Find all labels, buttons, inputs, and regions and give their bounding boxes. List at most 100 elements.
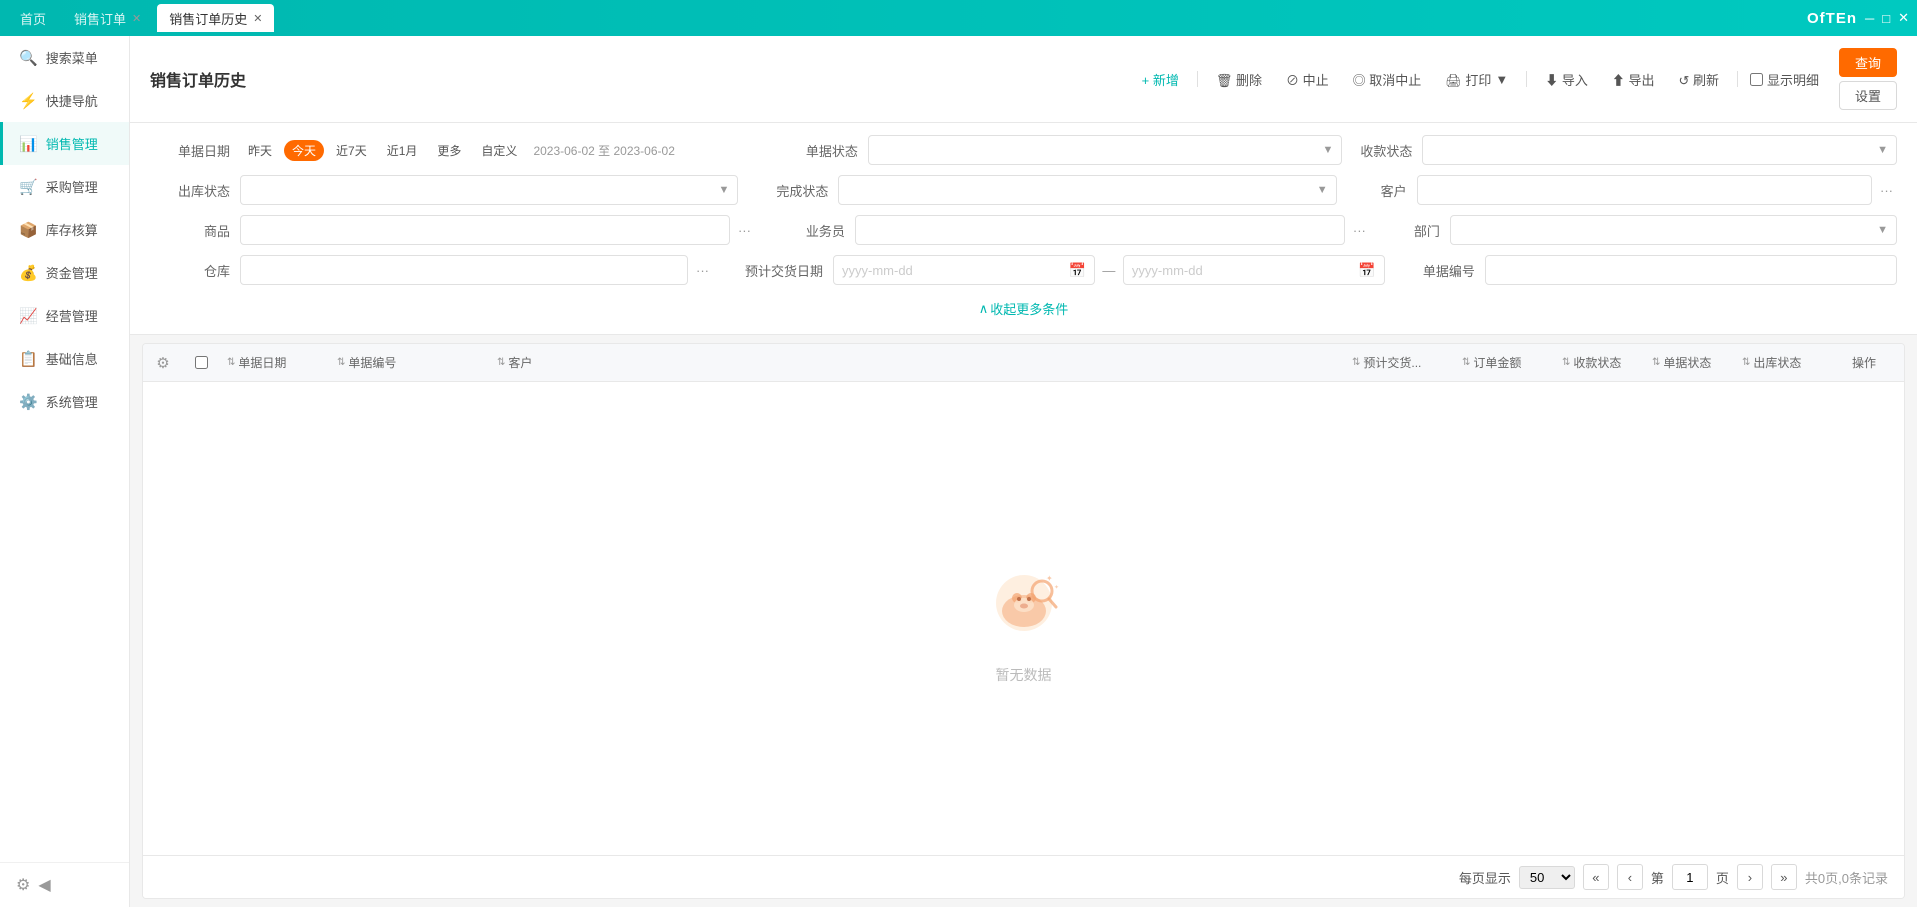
inventory-icon: 📦 [19, 221, 38, 239]
sidebar-item-search-menu-label: 搜索菜单 [46, 48, 98, 67]
svg-text:✦: ✦ [1046, 574, 1053, 583]
prev-page-button[interactable]: ‹ [1617, 864, 1643, 890]
th-sort-icon[interactable]: ⇅ [227, 357, 235, 368]
order-status-select[interactable]: ▼ [868, 135, 1343, 165]
shortcut-7days[interactable]: 近7天 [328, 140, 375, 161]
tab-sales-order-label: 销售订单 [74, 9, 126, 28]
first-page-button[interactable]: « [1583, 864, 1609, 890]
sidebar-item-sys-mgmt[interactable]: ⚙️ 系统管理 [0, 380, 129, 423]
window-close-icon[interactable]: ✕ [1898, 10, 1909, 26]
table-empty: ✦ ✦ 暂无数据 [143, 382, 1904, 855]
tab-sales-order[interactable]: 销售订单 ✕ [62, 4, 153, 32]
stock-status-select[interactable]: ▼ [240, 175, 738, 205]
table-header: ⚙ ⇅ 单据日期 ⇅ 单据编号 ⇅ 客户 ⇅ 预计交货. [143, 344, 1904, 382]
next-page-button[interactable]: › [1737, 864, 1763, 890]
dept-select[interactable]: ▼ [1450, 215, 1897, 245]
window-min-icon[interactable]: ─ [1865, 11, 1874, 26]
sidebar-bottom: ⚙ ◀ [0, 862, 129, 907]
th-date-label: 单据日期 [238, 354, 286, 371]
page-label: 第 [1651, 868, 1664, 887]
shortcut-more[interactable]: 更多 [429, 140, 469, 161]
th-customer-sort-icon[interactable]: ⇅ [497, 357, 505, 368]
stop-button[interactable]: ⊘ 中止 [1280, 66, 1335, 93]
page-title: 销售订单历史 [150, 67, 246, 91]
th-amount-label: 订单金额 [1473, 354, 1521, 371]
shortcut-yesterday[interactable]: 昨天 [240, 140, 280, 161]
top-bar-right: OfTEn ─ □ ✕ [1807, 10, 1909, 27]
table-footer: 每页显示 50 10 20 100 « ‹ 第 页 › » 共0页,0条记录 [143, 855, 1904, 898]
settings-button[interactable]: 设置 [1839, 81, 1897, 110]
cancel-stop-button[interactable]: ◎ 取消中止 [1347, 66, 1428, 93]
warehouse-dots-icon[interactable]: ··· [692, 263, 713, 278]
th-customer: ⇅ 客户 [489, 354, 1344, 371]
dept-label: 部门 [1390, 221, 1450, 240]
close-history-tab-icon[interactable]: ✕ [253, 12, 262, 25]
last-page-button[interactable]: » [1771, 864, 1797, 890]
goods-dots-icon[interactable]: ··· [734, 223, 755, 238]
delivery-date-from[interactable]: yyyy-mm-dd 📅 [833, 255, 1095, 285]
tab-home[interactable]: 首页 [8, 4, 58, 32]
collapse-link[interactable]: ∧ 收起更多条件 [150, 295, 1897, 322]
sidebar-item-sales-mgmt-label: 销售管理 [46, 134, 98, 153]
th-delivery: ⇅ 预计交货... [1344, 354, 1454, 371]
page-size-select[interactable]: 50 10 20 100 [1519, 866, 1575, 889]
salesperson-input[interactable] [855, 215, 1345, 245]
sidebar-item-operation[interactable]: 📈 经营管理 [0, 294, 129, 337]
delete-button[interactable]: 🗑 删除 [1210, 66, 1268, 93]
shortcut-today[interactable]: 今天 [284, 140, 324, 161]
show-detail-checkbox[interactable] [1750, 73, 1763, 86]
shortcut-1month[interactable]: 近1月 [379, 140, 426, 161]
filter-row-1: 单据日期 昨天 今天 近7天 近1月 更多 自定义 2023-06-02 至 2… [150, 135, 1897, 165]
complete-status-select[interactable]: ▼ [838, 175, 1336, 205]
sidebar-item-finance[interactable]: 💰 资金管理 [0, 251, 129, 294]
complete-status-label: 完成状态 [758, 181, 838, 200]
import-button[interactable]: ⬇ 导入 [1539, 66, 1594, 93]
th-checkbox[interactable] [183, 356, 219, 369]
query-button[interactable]: 查询 [1839, 48, 1897, 77]
sidebar-collapse-icon[interactable]: ◀ [38, 875, 50, 895]
tab-sales-order-history[interactable]: 销售订单历史 ✕ [157, 4, 274, 32]
page-size-label: 每页显示 [1459, 868, 1511, 887]
new-button[interactable]: + 新增 [1136, 66, 1185, 93]
page-number-input[interactable] [1672, 864, 1708, 890]
th-amount-sort-icon[interactable]: ⇅ [1462, 357, 1470, 368]
sidebar-item-search-menu[interactable]: 🔍 搜索菜单 [0, 36, 129, 79]
sidebar-item-sales-mgmt[interactable]: 📊 销售管理 [0, 122, 129, 165]
sidebar-settings-icon[interactable]: ⚙ [16, 875, 30, 895]
select-all-checkbox[interactable] [195, 356, 208, 369]
calendar-from-icon: 📅 [1068, 262, 1085, 279]
refresh-button[interactable]: ↺ 刷新 [1672, 66, 1725, 93]
warehouse-input[interactable] [240, 255, 688, 285]
purchase-mgmt-icon: 🛒 [19, 178, 38, 196]
th-settings[interactable]: ⚙ [143, 354, 183, 372]
print-dropdown-icon[interactable]: ▼ [1495, 72, 1508, 87]
print-button[interactable]: 🖨 打印 ▼ [1439, 66, 1514, 93]
th-order-num-sort-icon[interactable]: ⇅ [337, 357, 345, 368]
th-stock-sort-icon[interactable]: ⇅ [1742, 357, 1750, 368]
th-delivery-sort-icon[interactable]: ⇅ [1352, 357, 1360, 368]
customer-dots-icon[interactable]: ··· [1876, 183, 1897, 198]
salesperson-dots-icon[interactable]: ··· [1349, 223, 1370, 238]
th-stock-status: ⇅ 出库状态 [1734, 354, 1824, 371]
order-num-input[interactable] [1485, 255, 1897, 285]
delivery-date-label: 预计交货日期 [733, 261, 833, 280]
sys-mgmt-icon: ⚙️ [19, 393, 38, 411]
sidebar-item-purchase-mgmt[interactable]: 🛒 采购管理 [0, 165, 129, 208]
th-action: 操作 [1824, 354, 1904, 371]
shortcut-custom[interactable]: 自定义 [473, 140, 525, 161]
window-max-icon[interactable]: □ [1882, 11, 1890, 26]
th-pay-sort-icon[interactable]: ⇅ [1562, 357, 1570, 368]
sidebar-item-basic-info[interactable]: 📋 基础信息 [0, 337, 129, 380]
delivery-date-to[interactable]: yyyy-mm-dd 📅 [1123, 255, 1385, 285]
sidebar-item-quick-nav[interactable]: ⚡ 快捷导航 [0, 79, 129, 122]
export-button[interactable]: ⬆ 导出 [1606, 66, 1661, 93]
sidebar-item-inventory[interactable]: 📦 库存核算 [0, 208, 129, 251]
th-order-sort-icon[interactable]: ⇅ [1652, 357, 1660, 368]
close-sales-order-tab-icon[interactable]: ✕ [132, 12, 141, 25]
show-detail-checkbox-label[interactable]: 显示明细 [1750, 70, 1819, 89]
goods-input[interactable] [240, 215, 730, 245]
pay-status-select[interactable]: ▼ [1422, 135, 1897, 165]
th-delivery-label: 预计交货... [1363, 354, 1421, 371]
customer-input[interactable] [1417, 175, 1872, 205]
show-detail-label: 显示明细 [1767, 70, 1819, 89]
